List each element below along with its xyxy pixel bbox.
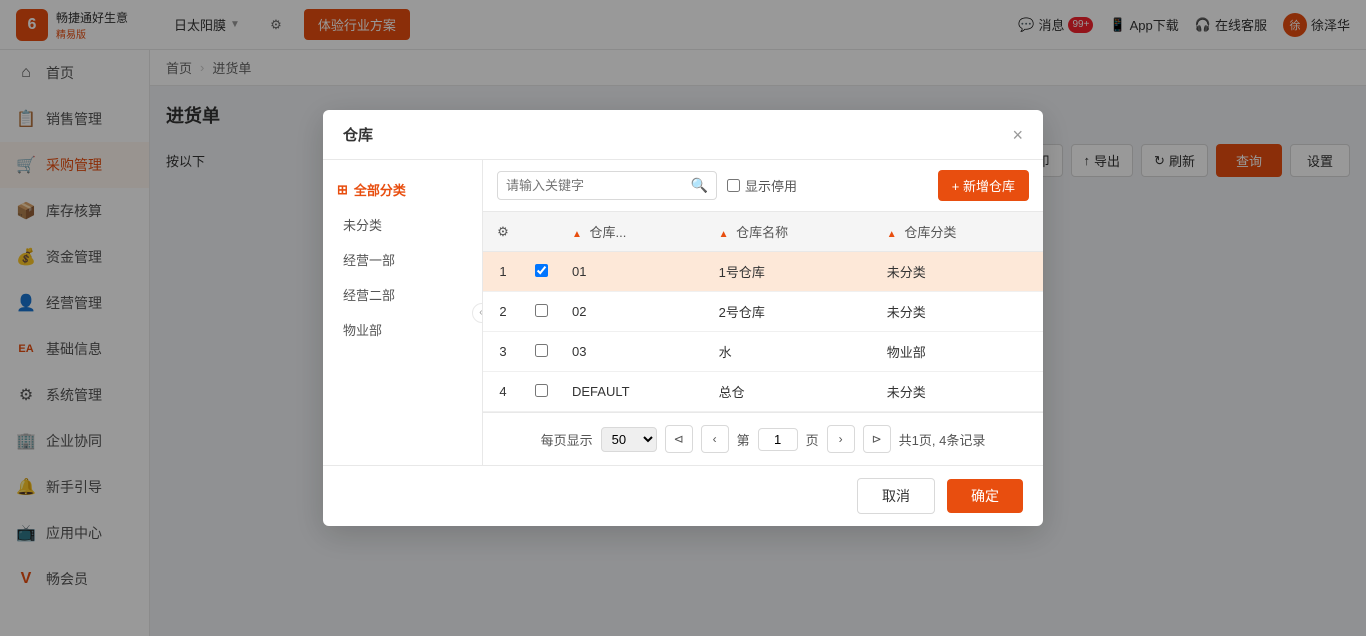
page-first-button[interactable]: ⊲ [665,425,693,453]
td-name: 总仓 [707,372,875,412]
td-category: 未分类 [875,292,1043,332]
grid-icon: ⊞ [337,182,348,198]
th-checkbox [523,212,560,252]
category-item-unclassified[interactable]: 未分类 [323,207,482,242]
page-next-button[interactable]: › [827,425,855,453]
sort-icon-name: ▲ [719,229,729,240]
table-row[interactable]: 3 03 水 物业部 [483,332,1043,372]
show-disabled-checkbox[interactable] [727,179,740,192]
page-size-select[interactable]: 50 100 [601,427,657,452]
page-last-button[interactable]: ⊳ [863,425,891,453]
td-category: 物业部 [875,332,1043,372]
td-code: DEFAULT [560,372,707,412]
table-row[interactable]: 4 DEFAULT 总仓 未分类 [483,372,1043,412]
sort-icon: ▲ [572,229,582,240]
th-name[interactable]: ▲ 仓库名称 [707,212,875,252]
td-name: 2号仓库 [707,292,875,332]
row-checkbox[interactable] [535,344,548,357]
warehouse-table: ⚙ ▲ 仓库... ▲ 仓库名称 [483,212,1043,412]
table-toolbar: 🔍 显示停用 + 新增仓库 [483,160,1043,212]
td-num: 2 [483,292,523,332]
td-category: 未分类 [875,372,1043,412]
sort-icon-category: ▲ [887,229,897,240]
td-checkbox[interactable] [523,332,560,372]
td-name: 水 [707,332,875,372]
td-num: 1 [483,252,523,292]
th-code[interactable]: ▲ 仓库... [560,212,707,252]
table-header-row: ⚙ ▲ 仓库... ▲ 仓库名称 [483,212,1043,252]
table-row[interactable]: 1 01 1号仓库 未分类 [483,252,1043,292]
show-disabled-checkbox-label[interactable]: 显示停用 [727,176,797,195]
warehouse-modal: 仓库 × ⊞ 全部分类 未分类 经营一部 经营二部 物业部 « [323,110,1043,526]
modal-body: ⊞ 全部分类 未分类 经营一部 经营二部 物业部 « 🔍 [323,160,1043,465]
category-panel: ⊞ 全部分类 未分类 经营一部 经营二部 物业部 « [323,160,483,465]
row-checkbox[interactable] [535,384,548,397]
modal-close-button[interactable]: × [1012,126,1023,144]
td-checkbox[interactable] [523,292,560,332]
warehouses-table: ⚙ ▲ 仓库... ▲ 仓库名称 [483,212,1043,412]
td-category: 未分类 [875,252,1043,292]
search-input[interactable] [506,178,685,193]
row-checkbox[interactable] [535,264,548,277]
td-num: 4 [483,372,523,412]
page-prev-button[interactable]: ‹ [701,425,729,453]
table-panel: 🔍 显示停用 + 新增仓库 ⚙ [483,160,1043,465]
td-code: 03 [560,332,707,372]
add-warehouse-button[interactable]: + 新增仓库 [938,170,1029,201]
pagination: 每页显示 50 100 ⊲ ‹ 第 页 › ⊳ 共1页, 4条记录 [483,412,1043,465]
row-checkbox[interactable] [535,304,548,317]
modal-title: 仓库 [343,124,373,145]
td-code: 01 [560,252,707,292]
td-name: 1号仓库 [707,252,875,292]
search-icon: 🔍 [691,177,708,194]
category-item-property[interactable]: 物业部 [323,312,482,347]
page-number-input[interactable] [758,428,798,451]
td-checkbox[interactable] [523,252,560,292]
td-checkbox[interactable] [523,372,560,412]
modal-footer: 取消 确定 [323,465,1043,526]
table-row[interactable]: 2 02 2号仓库 未分类 [483,292,1043,332]
td-code: 02 [560,292,707,332]
category-item-operations2[interactable]: 经营二部 [323,277,482,312]
modal-overlay: 仓库 × ⊞ 全部分类 未分类 经营一部 经营二部 物业部 « [0,0,1366,636]
th-gear[interactable]: ⚙ [483,212,523,252]
search-box: 🔍 [497,171,717,200]
confirm-button[interactable]: 确定 [947,479,1023,513]
td-num: 3 [483,332,523,372]
modal-header: 仓库 × [323,110,1043,160]
category-item-operations1[interactable]: 经营一部 [323,242,482,277]
th-category[interactable]: ▲ 仓库分类 [875,212,1043,252]
all-categories-header[interactable]: ⊞ 全部分类 [323,172,482,207]
cancel-button[interactable]: 取消 [857,478,935,514]
